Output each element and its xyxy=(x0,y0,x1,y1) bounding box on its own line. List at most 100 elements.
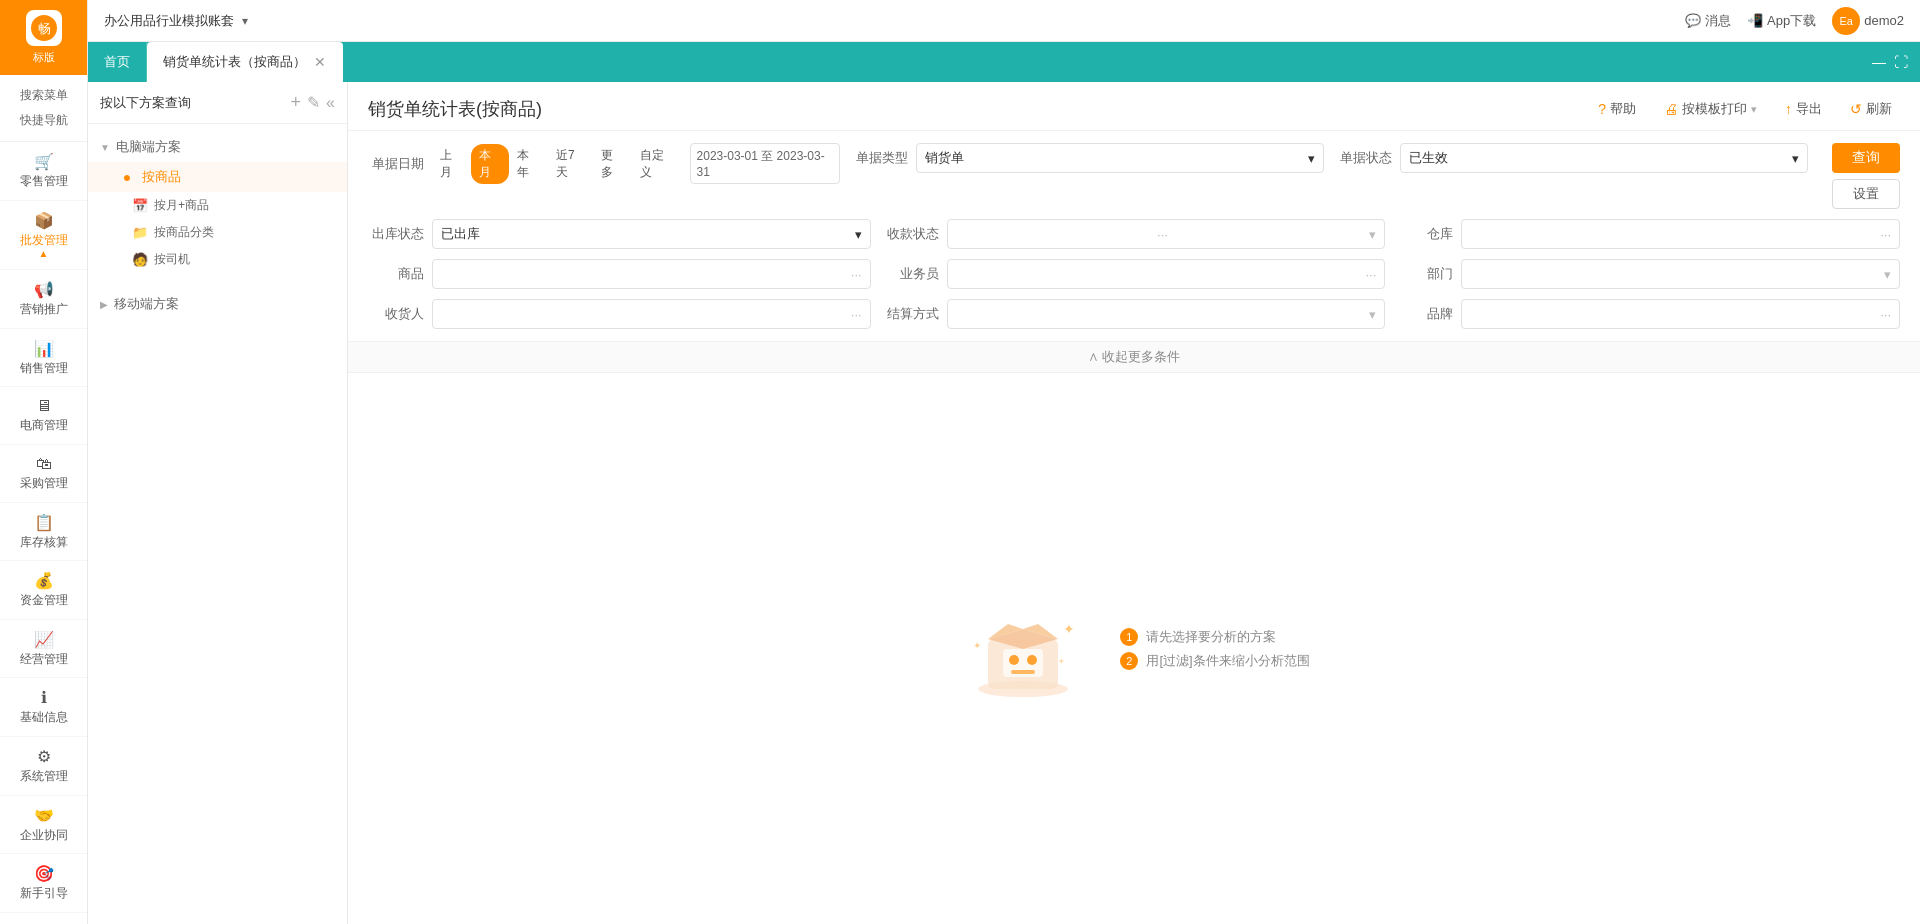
payment-label: 结算方式 xyxy=(883,305,939,323)
finance-label: 资金管理 xyxy=(20,593,68,609)
finance-icon: 💰 xyxy=(34,571,54,590)
help-icon: ? xyxy=(1598,101,1606,117)
tab-sales-stat[interactable]: 销货单统计表（按商品） ✕ xyxy=(147,42,343,82)
sidebar-item-system[interactable]: ⚙ 系统管理 xyxy=(0,737,87,796)
guide-label: 新手引导 xyxy=(20,886,68,902)
print-btn[interactable]: 🖨 按模板打印 ▾ xyxy=(1656,96,1765,122)
out-status-label: 出库状态 xyxy=(368,225,424,243)
collapse-bar[interactable]: ∧ 收起更多条件 xyxy=(348,342,1920,373)
search-menu-label[interactable]: 搜索菜单 xyxy=(20,83,68,108)
department-label: 部门 xyxy=(1397,265,1453,283)
tab-maximize-icon[interactable]: ⛶ xyxy=(1894,54,1908,70)
doc-type-value: 销货单 xyxy=(925,149,964,167)
department-dropdown-icon: ▾ xyxy=(1884,267,1891,282)
date-tab-more[interactable]: 更多 xyxy=(593,144,632,184)
add-scheme-btn[interactable]: + xyxy=(291,92,302,113)
topbar-title: 办公用品行业模拟账套 xyxy=(104,12,234,30)
collapse-panel-btn[interactable]: « xyxy=(326,94,335,112)
pc-group-header[interactable]: ▼ 电脑端方案 xyxy=(88,132,347,162)
export-label: 导出 xyxy=(1796,100,1822,118)
app-download-btn[interactable]: 📲 App下载 xyxy=(1747,12,1816,30)
mobile-group-arrow: ▶ xyxy=(100,299,108,310)
payment-control[interactable]: ▾ xyxy=(947,299,1386,329)
page-title: 销货单统计表(按商品) xyxy=(368,97,542,121)
receiver-dots: ··· xyxy=(851,307,862,322)
out-status-control[interactable]: 已出库 ▾ xyxy=(432,219,871,249)
refresh-btn[interactable]: ↺ 刷新 xyxy=(1842,96,1900,122)
sidebar-item-ecommerce[interactable]: 🖥 电商管理 xyxy=(0,387,87,445)
empty-steps: 1 请先选择要分析的方案 2 用[过滤]条件来缩小分析范围 xyxy=(1120,628,1309,670)
ecommerce-icon: 🖥 xyxy=(36,397,52,415)
sidebar-item-inventory[interactable]: 📋 库存核算 xyxy=(0,503,87,562)
system-label: 系统管理 xyxy=(20,769,68,785)
print-icon: 🖨 xyxy=(1664,101,1678,117)
brand-control[interactable]: ··· xyxy=(1461,299,1900,329)
logo-area[interactable]: 畅 标版 xyxy=(0,0,87,75)
tab-home[interactable]: 首页 xyxy=(88,42,147,82)
quick-nav-label[interactable]: 快捷导航 xyxy=(20,108,68,133)
left-panel: 按以下方案查询 + ✎ « ▼ 电脑端方案 ● 按商品 📅 按月 xyxy=(88,82,348,924)
product-control[interactable]: ··· xyxy=(432,259,871,289)
collect-status-dots: ··· xyxy=(1157,227,1168,242)
user-profile-btn[interactable]: Ea demo2 xyxy=(1832,7,1904,35)
help-btn[interactable]: ? 帮助 xyxy=(1590,96,1644,122)
receiver-control[interactable]: ··· xyxy=(432,299,871,329)
scheme-by-cashier[interactable]: 🧑 按司机 xyxy=(88,246,347,273)
user-name: demo2 xyxy=(1864,13,1904,28)
doc-status-control[interactable]: 已生效 ▾ xyxy=(1400,143,1808,173)
doc-status-dropdown-icon: ▾ xyxy=(1792,151,1799,166)
department-control[interactable]: ▾ xyxy=(1461,259,1900,289)
query-button[interactable]: 查询 xyxy=(1832,143,1900,173)
sidebar-item-finance[interactable]: 💰 资金管理 xyxy=(0,561,87,620)
sidebar-item-basic[interactable]: ℹ 基础信息 xyxy=(0,678,87,737)
scheme-by-month-product[interactable]: 📅 按月+商品 xyxy=(88,192,347,219)
marketing-label: 营销推广 xyxy=(20,302,68,318)
print-dropdown-icon[interactable]: ▾ xyxy=(1751,103,1757,116)
date-label: 单据日期 xyxy=(368,155,424,173)
sidebar-item-retail[interactable]: 🛒 零售管理 xyxy=(0,142,87,201)
sidebar-item-sales[interactable]: 📊 销售管理 xyxy=(0,329,87,388)
export-btn[interactable]: ↑ 导出 xyxy=(1777,96,1830,122)
by-category-label: 按商品分类 xyxy=(154,224,214,241)
set-button[interactable]: 设置 xyxy=(1832,179,1900,209)
sidebar-item-operation[interactable]: 📈 经营管理 xyxy=(0,620,87,679)
sidebar-item-guide[interactable]: 🎯 新手引导 xyxy=(0,854,87,913)
date-tab-this-month[interactable]: 本月 xyxy=(471,144,510,184)
sidebar-item-apps[interactable]: 📱 应用中心 xyxy=(0,913,87,924)
tab-close-icon[interactable]: ✕ xyxy=(314,55,326,69)
edit-scheme-btn[interactable]: ✎ xyxy=(307,93,320,112)
out-status-value: 已出库 xyxy=(441,225,480,243)
date-tab-custom[interactable]: 自定义 xyxy=(632,144,682,184)
tab-minimize-icon[interactable]: — xyxy=(1872,54,1886,70)
pc-scheme-group: ▼ 电脑端方案 ● 按商品 📅 按月+商品 📁 按商品分类 🧑 按司机 xyxy=(88,124,347,281)
date-tab-prev-month[interactable]: 上月 xyxy=(432,144,471,184)
inventory-icon: 📋 xyxy=(34,513,54,532)
step-2-num: 2 xyxy=(1120,652,1138,670)
sidebar-item-wholesale[interactable]: 📦 批发管理 ▲ xyxy=(0,201,87,271)
retail-icon: 🛒 xyxy=(34,152,54,171)
sidebar-item-coop[interactable]: 🤝 企业协同 xyxy=(0,796,87,855)
collect-status-control[interactable]: ··· ▾ xyxy=(947,219,1386,249)
salesperson-control[interactable]: ··· xyxy=(947,259,1386,289)
topbar-dropdown-icon[interactable]: ▾ xyxy=(242,14,248,28)
message-btn[interactable]: 💬 消息 xyxy=(1685,12,1731,30)
sidebar-item-marketing[interactable]: 📢 营销推广 xyxy=(0,270,87,329)
mobile-group-header[interactable]: ▶ 移动端方案 xyxy=(88,289,347,319)
receiver-label: 收货人 xyxy=(368,305,424,323)
left-panel-header: 按以下方案查询 + ✎ « xyxy=(88,82,347,124)
by-month-product-label: 按月+商品 xyxy=(154,197,209,214)
sidebar-item-purchase[interactable]: 🛍 采购管理 xyxy=(0,445,87,503)
date-tab-this-year[interactable]: 本年 xyxy=(509,144,548,184)
empty-step-1: 1 请先选择要分析的方案 xyxy=(1120,628,1276,646)
warehouse-control[interactable]: ··· xyxy=(1461,219,1900,249)
tab-actions: — ⛶ xyxy=(1860,54,1920,70)
date-tab-7days[interactable]: 近7天 xyxy=(548,144,593,184)
doc-type-control[interactable]: 销货单 ▾ xyxy=(916,143,1324,173)
coop-icon: 🤝 xyxy=(34,806,54,825)
by-product-label: 按商品 xyxy=(142,168,181,186)
scheme-by-product[interactable]: ● 按商品 xyxy=(88,162,347,192)
wholesale-label: 批发管理 xyxy=(20,233,68,249)
scheme-by-category[interactable]: 📁 按商品分类 xyxy=(88,219,347,246)
date-range-display[interactable]: 2023-03-01 至 2023-03-31 xyxy=(690,143,840,184)
refresh-label: 刷新 xyxy=(1866,100,1892,118)
